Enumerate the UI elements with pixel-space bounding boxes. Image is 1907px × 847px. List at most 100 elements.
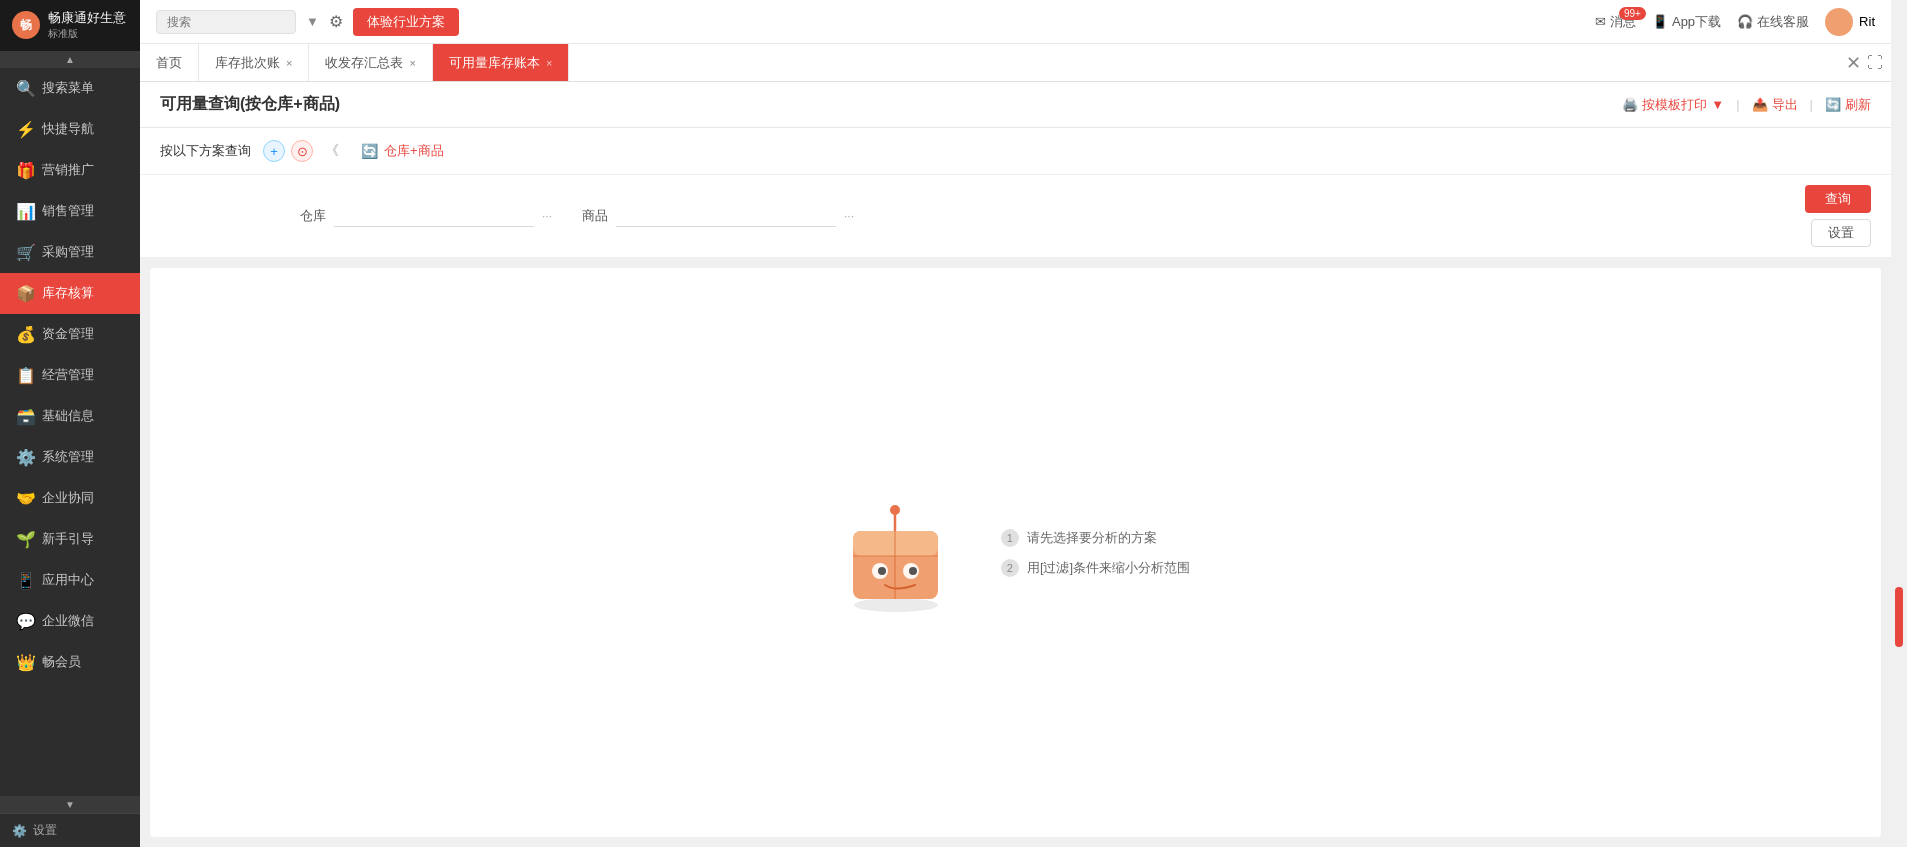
product-label: 商品 [582,207,608,225]
svg-point-8 [909,567,917,575]
product-input[interactable] [616,205,836,227]
sidebar-item-label: 快捷导航 [42,120,94,138]
warehouse-more-icon[interactable]: ··· [542,209,552,223]
sidebar-item-basic[interactable]: 🗃️ 基础信息 [0,396,140,437]
setting-btn[interactable]: 设置 [1811,219,1871,247]
hint-num-2: 2 [1001,559,1019,577]
tab-available-account-close[interactable]: × [546,57,552,69]
empty-svg [841,493,961,613]
sidebar-item-finance[interactable]: 💰 资金管理 [0,314,140,355]
printer-icon: 🖨️ [1622,97,1638,112]
page-content: 可用量查询(按仓库+商品) 🖨️ 按模板打印 ▼ | 📤 导出 | 🔄 刷新 [140,82,1891,847]
export-btn[interactable]: 📤 导出 [1752,96,1798,114]
filter-label: 按以下方案查询 [160,142,251,160]
warehouse-input[interactable] [334,205,534,227]
wechat-icon: 💬 [16,612,34,631]
message-btn[interactable]: ✉ 消息 99+ [1595,13,1636,31]
hint-item-1: 1 请先选择要分析的方案 [1001,529,1190,547]
sidebar-item-label: 销售管理 [42,202,94,220]
svg-point-7 [878,567,886,575]
sidebar-scroll-up[interactable]: ▲ [0,51,140,68]
svg-point-10 [890,505,900,515]
user-menu[interactable]: Rit [1825,8,1875,36]
tab-collect-summary-label: 收发存汇总表 [325,54,403,72]
refresh-btn[interactable]: 🔄 刷新 [1825,96,1871,114]
main-area: ▼ ⚙ 体验行业方案 ✉ 消息 99+ 📱 App下载 🎧 在线客服 Rit [140,0,1891,847]
tab-available-account[interactable]: 可用量库存账本 × [433,44,569,81]
app-name: 畅康通好生意 [48,10,126,27]
trial-btn[interactable]: 体验行业方案 [353,8,459,36]
app-label: App下载 [1672,13,1721,31]
sidebar-item-member[interactable]: 👑 畅会员 [0,642,140,683]
tab-collect-summary[interactable]: 收发存汇总表 × [309,44,432,81]
print-btn[interactable]: 🖨️ 按模板打印 ▼ [1622,96,1724,114]
gear-icon: ⚙️ [16,448,34,467]
print-dropdown-icon[interactable]: ▼ [1711,97,1724,112]
refresh-icon: 🔄 [1825,97,1841,112]
sidebar-item-marketing[interactable]: 🎁 营销推广 [0,150,140,191]
sidebar-bottom[interactable]: ⚙️ 设置 [0,813,140,847]
chart-icon: 📊 [16,202,34,221]
product-more-icon[interactable]: ··· [844,209,854,223]
tab-collect-summary-close[interactable]: × [409,57,415,69]
sidebar-item-label: 系统管理 [42,448,94,466]
scrollbar-thumb [1895,587,1903,647]
tabbar: 首页 库存批次账 × 收发存汇总表 × 可用量库存账本 × ✕ ⛶ [140,44,1891,82]
add-filter-btn[interactable]: + [263,140,285,162]
sidebar-item-label: 搜索菜单 [42,79,94,97]
settings-icon[interactable]: ⚙ [329,12,343,31]
empty-illustration [841,493,961,613]
sidebar-item-purchase[interactable]: 🛒 采购管理 [0,232,140,273]
user-name: Rit [1859,14,1875,29]
sidebar-item-appcenter[interactable]: 📱 应用中心 [0,560,140,601]
sidebar-item-shortcut[interactable]: ⚡ 快捷导航 [0,109,140,150]
sidebar-logo: 畅 畅康通好生意 标准版 [0,0,140,51]
sidebar-item-search[interactable]: 🔍 搜索菜单 [0,68,140,109]
money-icon: 💰 [16,325,34,344]
box-icon: 📦 [16,284,34,303]
sidebar-item-newbie[interactable]: 🌱 新手引导 [0,519,140,560]
filter-scheme[interactable]: 🔄 仓库+商品 [351,138,454,164]
sidebar-item-sales[interactable]: 📊 销售管理 [0,191,140,232]
scheme-label: 仓库+商品 [384,142,444,160]
sidebar-item-enterprise[interactable]: 🤝 企业协同 [0,478,140,519]
gift-icon: 🎁 [16,161,34,180]
tab-batch-account-close[interactable]: × [286,57,292,69]
right-scrollbar[interactable] [1891,0,1907,847]
tabbar-close-icon[interactable]: ✕ [1846,52,1861,74]
sidebar-item-system[interactable]: ⚙️ 系统管理 [0,437,140,478]
sidebar-scroll-down[interactable]: ▼ [0,796,140,813]
sidebar-item-operation[interactable]: 📋 经营管理 [0,355,140,396]
empty-state: 1 请先选择要分析的方案 2 用[过滤]条件来缩小分析范围 [150,268,1881,837]
settings-icon: ⚙️ [12,824,27,838]
message-icon: ✉ [1595,14,1606,29]
search-icon: 🔍 [16,79,34,98]
set-filter-btn[interactable]: ⊙ [291,140,313,162]
dropdown-icon[interactable]: ▼ [306,14,319,29]
scheme-icon: 🔄 [361,143,378,159]
app-download-btn[interactable]: 📱 App下载 [1652,13,1721,31]
sidebar-item-label: 企业协同 [42,489,94,507]
tab-home[interactable]: 首页 [148,44,199,81]
sidebar-item-label: 资金管理 [42,325,94,343]
export-icon: 📤 [1752,97,1768,112]
sidebar-item-wxbiz[interactable]: 💬 企业微信 [0,601,140,642]
tab-batch-account[interactable]: 库存批次账 × [199,44,309,81]
online-service-btn[interactable]: 🎧 在线客服 [1737,13,1809,31]
collapse-icon[interactable]: 《 [325,142,339,160]
sidebar-item-label: 应用中心 [42,571,94,589]
sidebar: 畅 畅康通好生意 标准版 ▲ 🔍 搜索菜单 ⚡ 快捷导航 🎁 营销推广 📊 销售… [0,0,140,847]
search-input[interactable] [156,10,296,34]
sidebar-item-label: 采购管理 [42,243,94,261]
sidebar-item-label: 经营管理 [42,366,94,384]
sidebar-item-inventory[interactable]: 📦 库存核算 [0,273,140,314]
tabbar-expand-icon[interactable]: ⛶ [1867,54,1883,72]
warehouse-label: 仓库 [300,207,326,225]
tab-batch-account-label: 库存批次账 [215,54,280,72]
sidebar-item-label: 企业微信 [42,612,94,630]
avatar [1825,8,1853,36]
page-title: 可用量查询(按仓库+商品) [160,94,340,115]
message-badge: 99+ [1619,7,1646,20]
query-btn[interactable]: 查询 [1805,185,1871,213]
sidebar-item-label: 畅会员 [42,653,81,671]
